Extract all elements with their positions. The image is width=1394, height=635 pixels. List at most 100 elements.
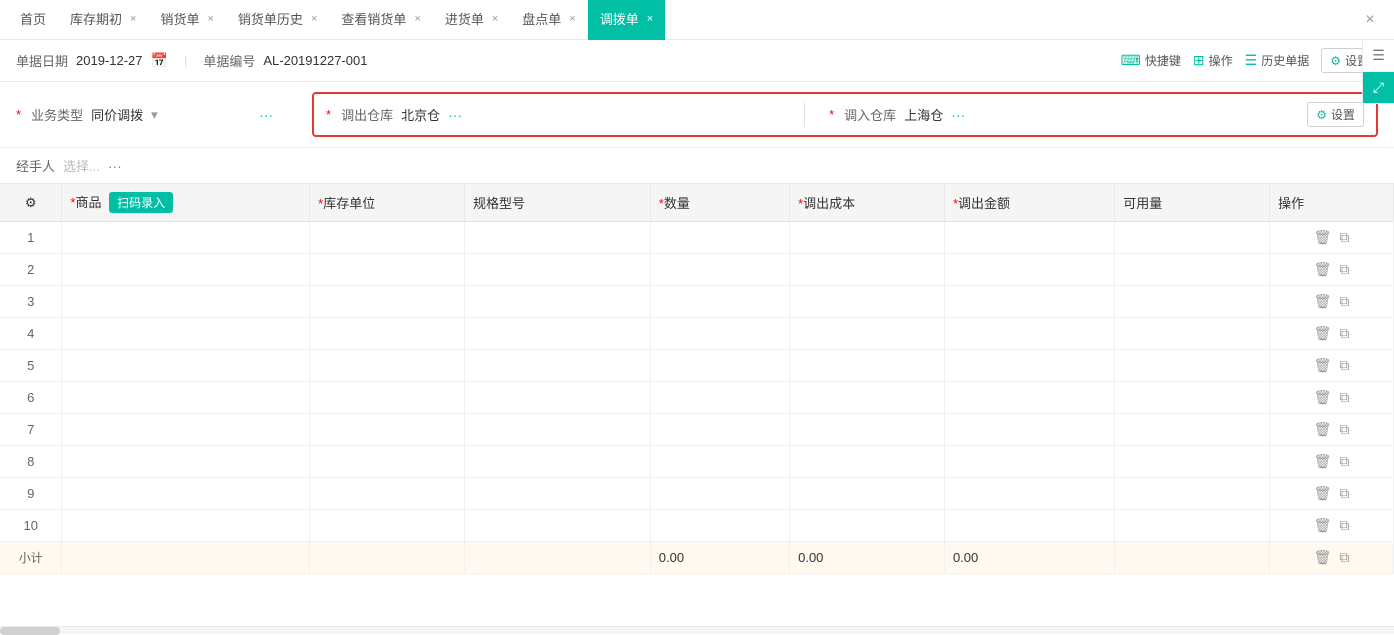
copy-icon[interactable]: ⧉ [1339,517,1349,534]
tab-sales-order[interactable]: 销货单 × [148,0,225,40]
row-cost[interactable] [790,446,945,478]
copy-icon[interactable]: ⧉ [1339,453,1349,470]
delete-icon[interactable]: 🗑 [1314,293,1332,310]
row-product[interactable] [62,286,310,318]
delete-icon[interactable]: 🗑 [1314,421,1332,438]
copy-icon[interactable]: ⧉ [1339,325,1349,342]
tab-inventory-init-close[interactable]: × [130,13,136,25]
tab-transfer-close[interactable]: × [647,13,653,25]
row-unit[interactable] [310,510,465,542]
row-unit[interactable] [310,478,465,510]
delete-icon[interactable]: 🗑 [1314,517,1332,534]
row-product[interactable] [62,382,310,414]
row-spec[interactable] [464,414,650,446]
row-spec[interactable] [464,286,650,318]
tab-inventory-check[interactable]: 盘点单 × [510,0,587,40]
row-spec[interactable] [464,382,650,414]
row-spec[interactable] [464,478,650,510]
copy-icon[interactable]: ⧉ [1339,229,1349,246]
copy-icon[interactable]: ⧉ [1339,389,1349,406]
tab-inventory-check-close[interactable]: × [569,13,575,25]
delete-icon[interactable]: 🗑 [1314,485,1332,502]
tab-view-sales-close[interactable]: × [414,13,420,25]
row-spec[interactable] [464,222,650,254]
row-product[interactable] [62,318,310,350]
row-amount[interactable] [944,510,1114,542]
row-qty[interactable] [650,350,789,382]
tab-home[interactable]: 首页 [8,0,58,40]
row-unit[interactable] [310,222,465,254]
copy-icon[interactable]: ⧉ [1339,485,1349,502]
row-amount[interactable] [944,254,1114,286]
delete-icon[interactable]: 🗑 [1314,549,1332,566]
row-product[interactable] [62,350,310,382]
row-product[interactable] [62,222,310,254]
row-qty[interactable] [650,414,789,446]
sidebar-expand-icon[interactable]: ⤢ [1363,72,1394,104]
row-unit[interactable] [310,446,465,478]
tab-sales-history[interactable]: 销货单历史 × [226,0,329,40]
row-unit[interactable] [310,286,465,318]
gear-icon[interactable]: ⚙ [25,195,37,210]
scan-btn[interactable]: 扫码录入 [109,192,173,213]
row-qty[interactable] [650,222,789,254]
row-product[interactable] [62,510,310,542]
row-amount[interactable] [944,350,1114,382]
row-qty[interactable] [650,478,789,510]
row-cost[interactable] [790,318,945,350]
handler-input[interactable]: 选择... [63,156,100,175]
tab-transfer[interactable]: 调拨单 × [588,0,665,40]
delete-icon[interactable]: 🗑 [1314,261,1332,278]
row-product[interactable] [62,478,310,510]
copy-icon[interactable]: ⧉ [1339,261,1349,278]
row-spec[interactable] [464,350,650,382]
calendar-icon[interactable]: 📅 [151,52,168,69]
row-cost[interactable] [790,222,945,254]
business-type-select[interactable]: 同价调拨 ▾ [91,105,251,124]
tab-purchase-order[interactable]: 进货单 × [433,0,510,40]
row-unit[interactable] [310,414,465,446]
row-qty[interactable] [650,446,789,478]
delete-icon[interactable]: 🗑 [1314,389,1332,406]
copy-icon[interactable]: ⧉ [1339,357,1349,374]
tab-sales-history-close[interactable]: × [311,13,317,25]
history-btn[interactable]: ☰ 历史单据 [1245,52,1310,69]
copy-icon[interactable]: ⧉ [1339,549,1349,566]
delete-icon[interactable]: 🗑 [1314,229,1332,246]
row-qty[interactable] [650,318,789,350]
delete-icon[interactable]: 🗑 [1314,453,1332,470]
row-cost[interactable] [790,510,945,542]
row-unit[interactable] [310,254,465,286]
row-cost[interactable] [790,350,945,382]
scrollbar[interactable] [0,626,1394,634]
row-product[interactable] [62,414,310,446]
business-type-more[interactable]: ··· [259,107,273,123]
row-qty[interactable] [650,286,789,318]
ops-btn[interactable]: ⊞ 操作 [1193,52,1233,69]
row-amount[interactable] [944,382,1114,414]
row-cost[interactable] [790,254,945,286]
warehouse-out-more[interactable]: ··· [448,107,462,123]
row-unit[interactable] [310,382,465,414]
row-spec[interactable] [464,446,650,478]
window-close-button[interactable]: × [1354,4,1386,36]
row-unit[interactable] [310,350,465,382]
row-cost[interactable] [790,414,945,446]
warehouse-settings-button[interactable]: ⚙ 设置 [1307,102,1364,127]
row-qty[interactable] [650,254,789,286]
dropdown-arrow-icon[interactable]: ▾ [151,107,158,123]
row-spec[interactable] [464,318,650,350]
shortcut-btn[interactable]: ⌨ 快捷键 [1121,52,1181,69]
row-amount[interactable] [944,222,1114,254]
delete-icon[interactable]: 🗑 [1314,325,1332,342]
tab-inventory-init[interactable]: 库存期初 × [58,0,148,40]
row-qty[interactable] [650,510,789,542]
row-spec[interactable] [464,510,650,542]
copy-icon[interactable]: ⧉ [1339,293,1349,310]
tab-purchase-order-close[interactable]: × [492,13,498,25]
copy-icon[interactable]: ⧉ [1339,421,1349,438]
row-unit[interactable] [310,318,465,350]
row-cost[interactable] [790,478,945,510]
row-amount[interactable] [944,478,1114,510]
col-gear[interactable]: ⚙ [0,184,62,222]
